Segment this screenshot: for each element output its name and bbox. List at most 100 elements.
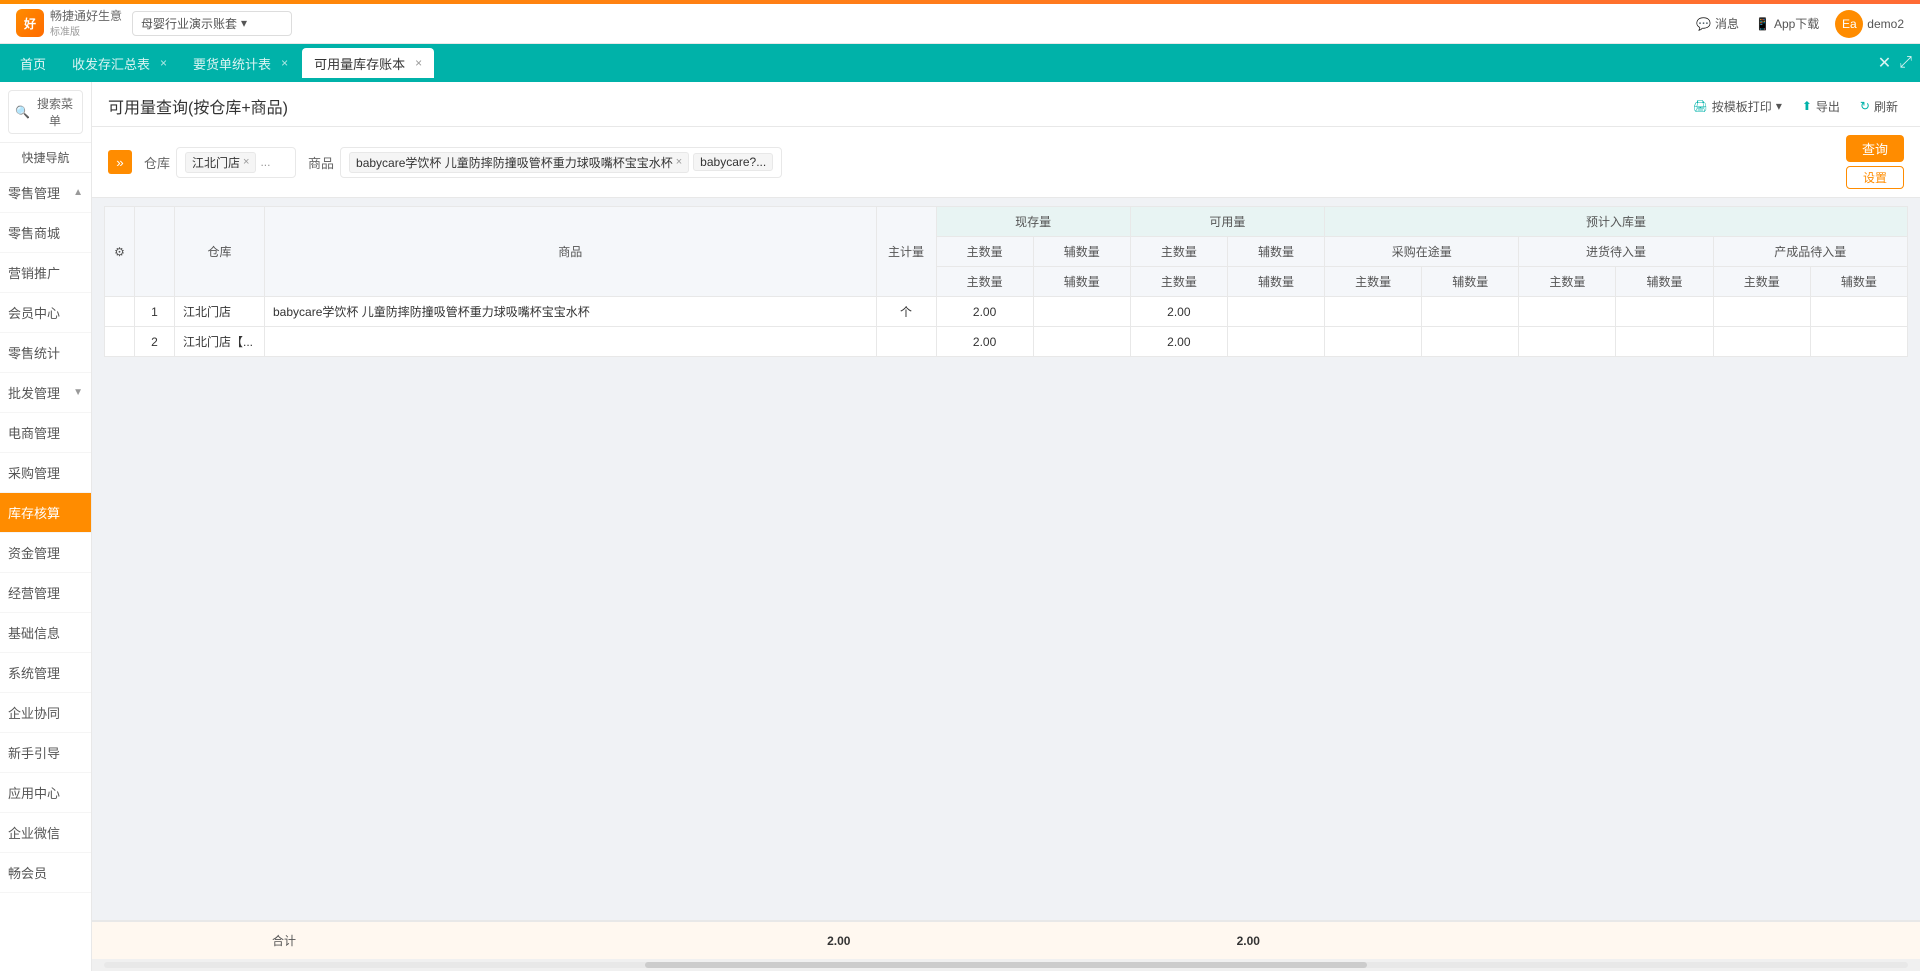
sidebar-item-wecom[interactable]: 企业微信	[0, 813, 91, 853]
filter-area: » 仓库 江北门店 × ... 商品 babycare学饮杯 儿童防摔防撞吸管杯…	[92, 127, 1920, 198]
cell-prod-main	[1713, 297, 1810, 327]
horizontal-scrollbar[interactable]	[92, 959, 1920, 971]
chevron-icon-2: ▼	[73, 387, 83, 398]
product-filter-input[interactable]: babycare学饮杯 儿童防摔防撞吸管杯重力球吸嘴杯宝宝水杯 × babyca…	[340, 147, 782, 178]
cell-avail-main: 2.00	[1130, 327, 1227, 357]
nav-close-btn[interactable]: ✕	[1878, 53, 1891, 73]
cell-prod-aux	[1810, 327, 1907, 357]
export-btn[interactable]: ⬆ 导出	[1796, 96, 1846, 117]
sidebar-item-ecommerce[interactable]: 电商管理	[0, 413, 91, 453]
sidebar-item-retail-mgmt[interactable]: 零售管理 ▲	[0, 173, 91, 213]
cell-avail-aux	[1227, 297, 1324, 327]
refresh-btn[interactable]: ↻ 刷新	[1854, 96, 1904, 117]
cell-gear	[105, 327, 135, 357]
tab-shoufacun-close[interactable]: ×	[160, 56, 167, 70]
cell-inb-aux	[1616, 297, 1713, 327]
sidebar-item-system[interactable]: 系统管理	[0, 653, 91, 693]
sidebar-item-retail-stats-label: 零售统计	[8, 343, 60, 362]
avatar: Ea	[1835, 10, 1863, 38]
scrollbar-thumb[interactable]	[645, 962, 1367, 968]
cell-product	[265, 327, 877, 357]
th-avail-main: 主数量	[1130, 237, 1227, 267]
sidebar-search: 🔍 搜索菜单	[0, 82, 91, 143]
search-menu-btn[interactable]: 🔍 搜索菜单	[8, 90, 83, 134]
table-container: ⚙ 仓库 商品 主计量 现存量 可用量 预计入库量 主数量 辅数量 主数量 辅数…	[92, 198, 1920, 920]
expand-icon: »	[116, 155, 123, 170]
sidebar-item-purchase[interactable]: 采购管理	[0, 453, 91, 493]
sidebar-item-retail-stats[interactable]: 零售统计	[0, 333, 91, 373]
nav-right-actions: ✕ ⤢	[1878, 53, 1912, 73]
refresh-icon: ↻	[1860, 99, 1870, 113]
industry-label: 母婴行业演示账套	[141, 15, 237, 32]
cell-inv-main: 2.00	[936, 327, 1033, 357]
sidebar-item-collab[interactable]: 企业协同	[0, 693, 91, 733]
sidebar-item-vip[interactable]: 畅会员	[0, 853, 91, 893]
sidebar-item-marketing[interactable]: 营销推广	[0, 253, 91, 293]
th-inb-aux: 辅数量	[1616, 267, 1713, 297]
cell-unit	[876, 327, 936, 357]
sidebar-item-finance[interactable]: 资金管理	[0, 533, 91, 573]
sidebar-item-ecommerce-label: 电商管理	[8, 423, 60, 442]
th-warehouse: 仓库	[175, 207, 265, 297]
header-actions: 🖨 按模板打印 ▾ ⬆ 导出 ↻ 刷新	[1687, 96, 1904, 117]
tab-yaohuo-close[interactable]: ×	[281, 56, 288, 70]
sidebar-item-member[interactable]: 会员中心	[0, 293, 91, 333]
sidebar-item-retail-mall[interactable]: 零售商城	[0, 213, 91, 253]
industry-selector[interactable]: 母婴行业演示账套 ▾	[132, 11, 292, 36]
sidebar-item-retail-mgmt-label: 零售管理	[8, 183, 60, 202]
chevron-icon: ▲	[73, 187, 83, 198]
app-download-btn[interactable]: 📱 App下载	[1755, 15, 1819, 32]
warehouse-filter-dots[interactable]: ...	[260, 155, 270, 169]
settings-button[interactable]: 设置	[1846, 166, 1904, 189]
sidebar-item-newbie[interactable]: 新手引导	[0, 733, 91, 773]
tab-shoufacun-label: 收发存汇总表	[72, 54, 150, 73]
nav-expand-btn[interactable]: ⤢	[1899, 54, 1912, 72]
message-btn[interactable]: 💬 消息	[1696, 15, 1739, 32]
sidebar-item-inventory[interactable]: 库存核算	[0, 493, 91, 533]
product-tag-1-remove[interactable]: ×	[676, 156, 682, 168]
th-inbound-sub: 进货待入量	[1519, 237, 1713, 267]
th-inv-main: 主数量	[936, 237, 1033, 267]
tab-home[interactable]: 首页	[8, 48, 58, 78]
sidebar-item-appcenter[interactable]: 应用中心	[0, 773, 91, 813]
cell-inv-main: 2.00	[936, 297, 1033, 327]
cell-no: 1	[135, 297, 175, 327]
sidebar-item-basic-info[interactable]: 基础信息	[0, 613, 91, 653]
th-avail-main-qty: 主数量	[1130, 267, 1227, 297]
cell-inb-main	[1519, 327, 1616, 357]
warehouse-tag-remove[interactable]: ×	[243, 156, 249, 168]
product-tag-1: babycare学饮杯 儿童防摔防撞吸管杯重力球吸嘴杯宝宝水杯 ×	[349, 152, 689, 173]
tab-yaohuo-label: 要货单统计表	[193, 54, 271, 73]
sidebar-item-appcenter-label: 应用中心	[8, 783, 60, 802]
message-icon: 💬	[1696, 17, 1711, 31]
sidebar-quick-nav[interactable]: 快捷导航	[0, 143, 91, 173]
th-gear[interactable]: ⚙	[105, 207, 135, 297]
cell-avail-aux	[1227, 327, 1324, 357]
page-title: 可用量查询(按仓库+商品)	[108, 94, 288, 118]
cell-prod-main	[1713, 327, 1810, 357]
print-btn[interactable]: 🖨 按模板打印 ▾	[1687, 96, 1788, 117]
top-bar-left: 好 畅捷通好生意 标准版 母婴行业演示账套 ▾	[16, 9, 292, 38]
sidebar-item-wholesale[interactable]: 批发管理 ▼	[0, 373, 91, 413]
download-icon: 📱	[1755, 17, 1770, 31]
tab-shoufacun[interactable]: 收发存汇总表 ×	[60, 48, 179, 78]
cell-unit: 个	[876, 297, 936, 327]
top-bar-right: 💬 消息 📱 App下载 Ea demo2	[1696, 10, 1904, 38]
query-button[interactable]: 查询	[1846, 135, 1904, 162]
sidebar-item-vip-label: 畅会员	[8, 863, 47, 882]
product-tag-1-text: babycare学饮杯 儿童防摔防撞吸管杯重力球吸嘴杯宝宝水杯	[356, 154, 673, 171]
tab-keyongliang[interactable]: 可用量库存账本 ×	[302, 48, 434, 78]
sidebar-item-operations[interactable]: 经营管理	[0, 573, 91, 613]
tab-yaohuo[interactable]: 要货单统计表 ×	[181, 48, 300, 78]
download-label: App下载	[1774, 15, 1819, 32]
sidebar-item-finance-label: 资金管理	[8, 543, 60, 562]
content-area: 可用量查询(按仓库+商品) 🖨 按模板打印 ▾ ⬆ 导出 ↻ 刷新	[92, 82, 1920, 971]
warehouse-tag: 江北门店 ×	[185, 152, 256, 173]
nav-tabs: 首页 收发存汇总表 × 要货单统计表 × 可用量库存账本 × ✕ ⤢	[0, 44, 1920, 82]
export-icon: ⬆	[1802, 99, 1812, 113]
warehouse-filter-input[interactable]: 江北门店 × ...	[176, 147, 296, 178]
expand-filter-btn[interactable]: »	[108, 150, 132, 174]
page-header: 可用量查询(按仓库+商品) 🖨 按模板打印 ▾ ⬆ 导出 ↻ 刷新	[92, 82, 1920, 127]
tab-keyongliang-close[interactable]: ×	[415, 56, 422, 70]
user-area[interactable]: Ea demo2	[1835, 10, 1904, 38]
